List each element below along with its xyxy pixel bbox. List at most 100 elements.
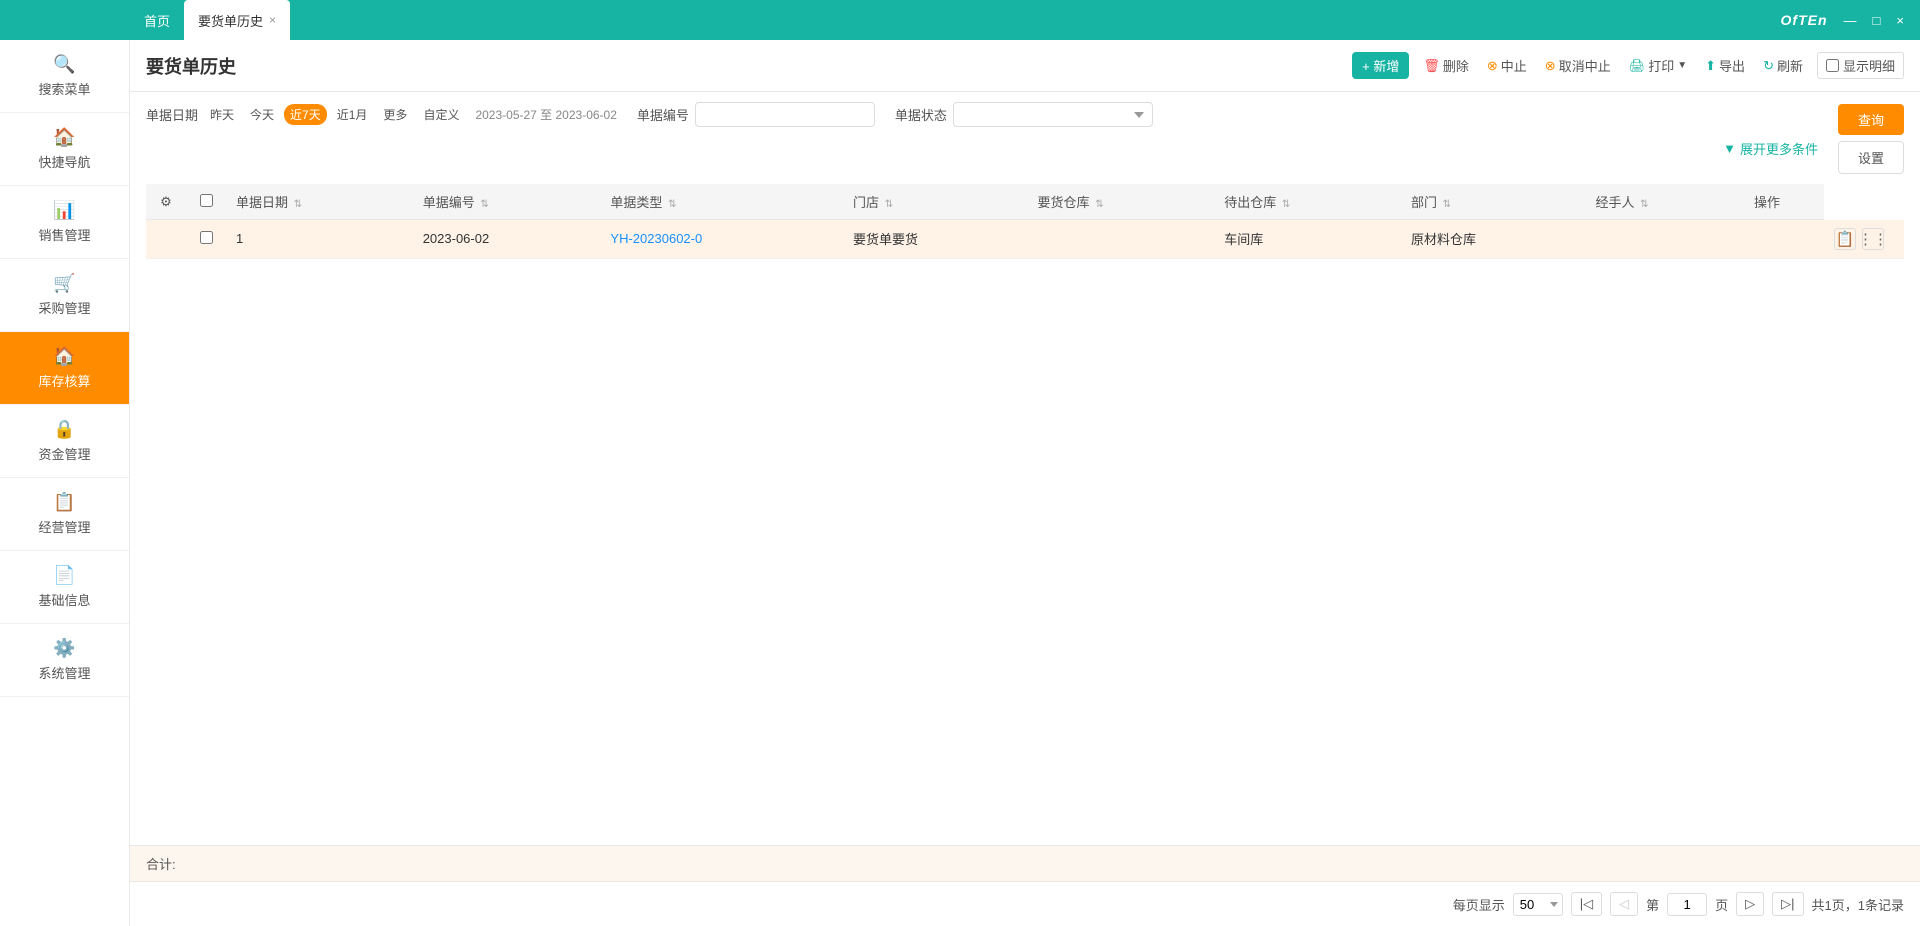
inventory-icon: 🏠 <box>53 346 75 367</box>
date-btn-custom[interactable]: 自定义 <box>417 104 465 125</box>
sort-doctype-icon: ⇅ <box>668 199 676 210</box>
row-docno[interactable]: YH-20230602-0 <box>600 220 843 259</box>
row-checkbox-cell[interactable] <box>186 220 226 259</box>
sidebar-item-sales[interactable]: 📊 销售管理 <box>0 186 129 259</box>
th-settings[interactable]: ⚙ <box>146 184 186 220</box>
th-store[interactable]: 门店 ⇅ <box>843 184 1028 220</box>
sidebar-item-finance[interactable]: 🔒 资金管理 <box>0 405 129 478</box>
th-req-warehouse[interactable]: 要货仓库 ⇅ <box>1028 184 1215 220</box>
th-ops-label: 操作 <box>1754 195 1780 210</box>
basic-info-icon: 📄 <box>53 565 75 586</box>
status-filter-select[interactable] <box>953 102 1153 127</box>
top-nav: 首页 要货单历史 × OfTEn — □ × <box>0 0 1920 40</box>
th-dept[interactable]: 部门 ⇅ <box>1401 184 1586 220</box>
refresh-button[interactable]: ↻ 刷新 <box>1759 54 1807 77</box>
tab-home-label: 首页 <box>144 11 170 30</box>
sales-icon: 📊 <box>53 200 75 221</box>
row-dept <box>1585 220 1744 259</box>
page-input[interactable] <box>1667 893 1707 916</box>
th-handler[interactable]: 经手人 ⇅ <box>1585 184 1744 220</box>
sidebar-item-search[interactable]: 🔍 搜索菜单 <box>0 40 129 113</box>
date-btn-more[interactable]: 更多 <box>377 104 413 125</box>
docno-filter-input[interactable] <box>695 102 875 127</box>
row-docno-link[interactable]: YH-20230602-0 <box>610 231 702 246</box>
th-date-label: 单据日期 <box>236 195 288 210</box>
th-pending-warehouse-label: 待出仓库 <box>1224 195 1276 210</box>
next-page-btn[interactable]: ▷ <box>1736 892 1764 916</box>
new-button[interactable]: + 新增 <box>1352 52 1409 79</box>
window-close-icon[interactable]: × <box>1896 13 1904 28</box>
table-row: 1 2023-06-02 YH-20230602-0 要货单要货 车间库 <box>146 220 1904 259</box>
first-page-btn[interactable]: |◁ <box>1571 892 1602 916</box>
sidebar-label-sales: 销售管理 <box>38 225 90 244</box>
date-btn-yesterday[interactable]: 昨天 <box>204 104 240 125</box>
sort-docno-icon: ⇅ <box>480 199 488 210</box>
page-title: 要货单历史 <box>146 53 236 79</box>
sidebar-item-inventory[interactable]: 🏠 库存核算 <box>0 332 129 405</box>
show-detail-button[interactable]: 显示明细 <box>1817 52 1904 79</box>
sidebar-item-purchase[interactable]: 🛒 采购管理 <box>0 259 129 332</box>
settings-button[interactable]: 设置 <box>1838 141 1904 174</box>
th-date[interactable]: 单据日期 ⇅ <box>226 184 413 220</box>
row-more-icon[interactable]: ⋮⋮ <box>1862 228 1884 250</box>
sidebar-label-inventory: 库存核算 <box>38 371 90 390</box>
date-btn-1month[interactable]: 近1月 <box>331 104 374 125</box>
page-header: 要货单历史 + 新增 🗑 删除 ⊗ 中止 ⊗ 取消中止 🖨 <box>130 40 1920 92</box>
docno-filter-item: 单据编号 <box>637 102 875 127</box>
cancel-stop-button[interactable]: ⊗ 取消中止 <box>1541 54 1615 77</box>
per-page-select[interactable]: 50 20 100 <box>1513 893 1563 916</box>
th-store-label: 门店 <box>853 195 879 210</box>
th-ops: 操作 <box>1744 184 1824 220</box>
expand-more-btn[interactable]: ▼ 展开更多条件 <box>1723 139 1818 158</box>
th-doctype[interactable]: 单据类型 ⇅ <box>600 184 843 220</box>
toolbar: + 新增 🗑 删除 ⊗ 中止 ⊗ 取消中止 🖨 打印 ▼ <box>1352 52 1904 79</box>
sidebar-item-management[interactable]: 📋 经营管理 <box>0 478 129 551</box>
delete-button[interactable]: 🗑 删除 <box>1419 54 1473 77</box>
close-tab-icon[interactable]: × <box>269 13 276 27</box>
row-checkbox[interactable] <box>200 231 213 244</box>
cancel-stop-label: 取消中止 <box>1559 56 1611 75</box>
filter-row-1: 单据日期 昨天 今天 近7天 近1月 更多 自定义 2023-05-27 至 2… <box>146 102 1818 127</box>
print-label: 打印 <box>1648 56 1674 75</box>
management-icon: 📋 <box>53 492 75 513</box>
sidebar-item-basic-info[interactable]: 📄 基础信息 <box>0 551 129 624</box>
print-button[interactable]: 🖨 打印 ▼ <box>1625 54 1691 77</box>
show-detail-checkbox[interactable] <box>1826 59 1839 72</box>
delete-label: 删除 <box>1443 56 1469 75</box>
query-button[interactable]: 查询 <box>1838 104 1904 135</box>
date-filter-label: 单据日期 <box>146 105 198 124</box>
sidebar-item-shortcut[interactable]: 🏠 快捷导航 <box>0 113 129 186</box>
sidebar: 🔍 搜索菜单 🏠 快捷导航 📊 销售管理 🛒 采购管理 🏠 库存核算 🔒 资金管… <box>0 40 130 926</box>
th-checkbox[interactable] <box>186 184 226 220</box>
tab-home[interactable]: 首页 <box>130 0 184 40</box>
date-btn-7days[interactable]: 近7天 <box>284 104 327 125</box>
sidebar-item-system[interactable]: ⚙️ 系统管理 <box>0 624 129 697</box>
filter-area: 单据日期 昨天 今天 近7天 近1月 更多 自定义 2023-05-27 至 2… <box>130 92 1920 174</box>
maximize-icon[interactable]: □ <box>1873 13 1881 28</box>
sidebar-label-search: 搜索菜单 <box>38 79 90 98</box>
next-icon: ▷ <box>1745 896 1755 911</box>
row-edit-icon[interactable]: 📋 <box>1834 228 1856 250</box>
brand-text: OfTEn <box>1781 12 1828 28</box>
docno-filter-label: 单据编号 <box>637 105 689 124</box>
prev-page-btn[interactable]: ◁ <box>1610 892 1638 916</box>
sidebar-label-finance: 资金管理 <box>38 444 90 463</box>
last-page-btn[interactable]: ▷| <box>1772 892 1803 916</box>
select-all-checkbox[interactable] <box>200 194 213 207</box>
refresh-label: 刷新 <box>1777 56 1803 75</box>
refresh-icon: ↻ <box>1763 58 1774 74</box>
export-button[interactable]: ⬆ 导出 <box>1701 54 1749 77</box>
date-btn-today[interactable]: 今天 <box>244 104 280 125</box>
th-pending-warehouse[interactable]: 待出仓库 ⇅ <box>1214 184 1401 220</box>
minimize-icon[interactable]: — <box>1844 13 1857 28</box>
table-header: ⚙ 单据日期 ⇅ 单据编号 ⇅ 单据类型 <box>146 184 1904 220</box>
th-docno[interactable]: 单据编号 ⇅ <box>413 184 601 220</box>
stop-icon: ⊗ <box>1487 58 1498 74</box>
show-detail-label: 显示明细 <box>1843 56 1895 75</box>
table-footer: 合计: <box>130 845 1920 881</box>
stop-button[interactable]: ⊗ 中止 <box>1483 54 1531 77</box>
content-area: 要货单历史 + 新增 🗑 删除 ⊗ 中止 ⊗ 取消中止 🖨 <box>130 40 1920 926</box>
tab-active[interactable]: 要货单历史 × <box>184 0 290 40</box>
sidebar-label-purchase: 采购管理 <box>38 298 90 317</box>
main-layout: 🔍 搜索菜单 🏠 快捷导航 📊 销售管理 🛒 采购管理 🏠 库存核算 🔒 资金管… <box>0 40 1920 926</box>
